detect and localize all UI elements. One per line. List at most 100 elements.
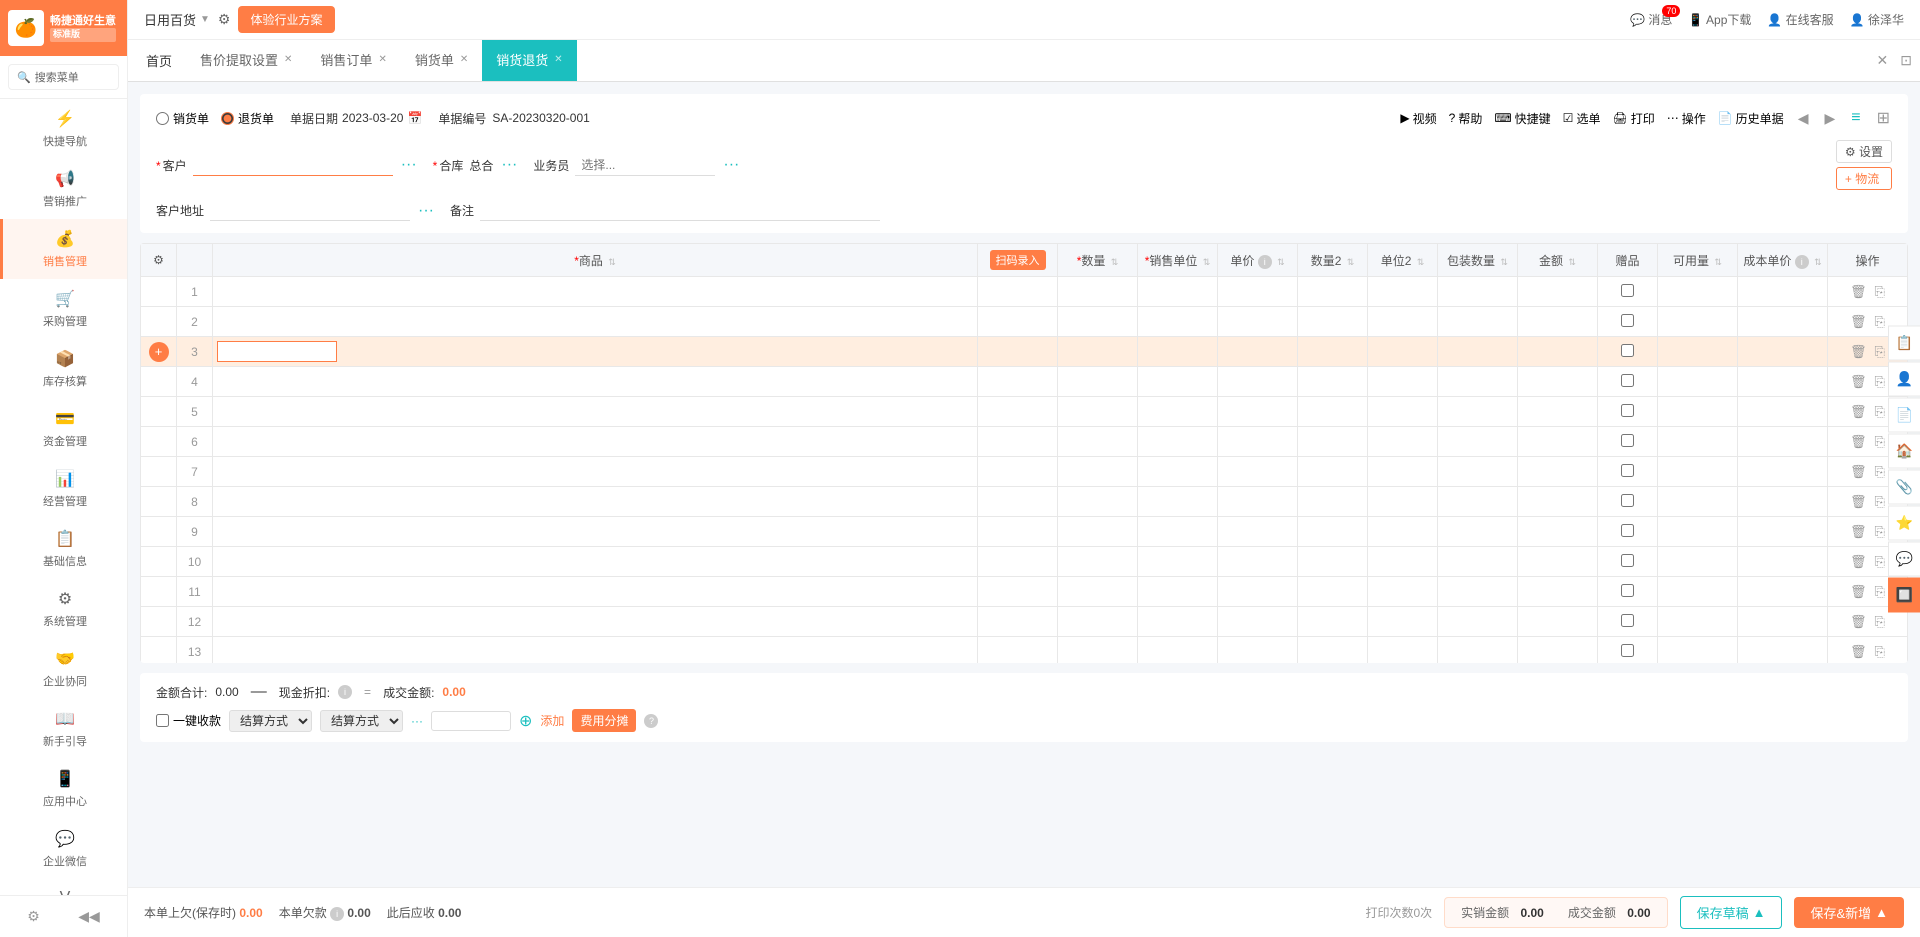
qty2-cell[interactable]: [1298, 337, 1368, 367]
product-cell[interactable]: [213, 577, 978, 607]
product-cell[interactable]: [213, 307, 978, 337]
gift-cell[interactable]: [1598, 547, 1658, 577]
sale-unit-cell[interactable]: [1138, 337, 1218, 367]
product-cell[interactable]: [213, 517, 978, 547]
unit2-cell[interactable]: [1368, 307, 1438, 337]
fee-split-button[interactable]: 费用分摊: [572, 709, 636, 732]
available-cell[interactable]: [1658, 337, 1738, 367]
sidebar-item-finance[interactable]: 💳 资金管理: [0, 399, 127, 459]
app-download-link[interactable]: 📱 App下载: [1688, 11, 1751, 28]
one-click-pay-checkbox[interactable]: 一键收款: [156, 712, 221, 729]
gift-cell[interactable]: [1598, 277, 1658, 307]
radio-sales-input[interactable]: [156, 112, 169, 125]
sidebar-item-system[interactable]: ⚙ 系统管理: [0, 579, 127, 639]
message-button[interactable]: 💬 消息 70: [1630, 11, 1672, 28]
online-service-link[interactable]: 👤 在线客服: [1767, 11, 1833, 28]
price-info-icon[interactable]: i: [1258, 255, 1272, 269]
customer-input[interactable]: [193, 155, 393, 176]
sale-unit-cell[interactable]: [1138, 607, 1218, 637]
product-cell[interactable]: [213, 457, 978, 487]
sale-unit-cell[interactable]: [1138, 307, 1218, 337]
qty-cell[interactable]: [1058, 517, 1138, 547]
qty-cell[interactable]: [1058, 277, 1138, 307]
sidebar-item-operations[interactable]: 📊 经营管理: [0, 459, 127, 519]
qty-sort-icon[interactable]: ⇅: [1111, 257, 1119, 267]
qty2-cell[interactable]: [1298, 487, 1368, 517]
sidebar-item-sales[interactable]: 💰 销售管理: [0, 219, 127, 279]
qty-cell[interactable]: [1058, 397, 1138, 427]
remark-input[interactable]: [480, 200, 880, 221]
v-action-3[interactable]: 📄: [1888, 397, 1920, 432]
sidebar-item-app-center[interactable]: 📱 应用中心: [0, 759, 127, 819]
available-cell[interactable]: [1658, 487, 1738, 517]
copy-row-button[interactable]: ⎘: [1873, 642, 1887, 662]
product-cell[interactable]: [213, 547, 978, 577]
copy-row-button[interactable]: ⎘: [1873, 342, 1887, 362]
warehouse-select-dots[interactable]: ···: [501, 156, 517, 174]
v-action-4[interactable]: 🏠: [1888, 433, 1920, 468]
unit2-cell[interactable]: [1368, 577, 1438, 607]
cost-price-cell[interactable]: [1738, 367, 1828, 397]
qty2-cell[interactable]: [1298, 367, 1368, 397]
delete-row-button[interactable]: 🗑: [1848, 282, 1869, 302]
list-view-button[interactable]: ≡: [1849, 107, 1862, 129]
add-row-icon[interactable]: +: [149, 342, 169, 362]
copy-row-button[interactable]: ⎘: [1873, 372, 1887, 392]
sidebar-settings-button[interactable]: ⚙: [23, 904, 44, 929]
tab-close-sales-return[interactable]: ✕: [554, 54, 562, 65]
toolbar-operate[interactable]: ⋯ 操作: [1667, 110, 1706, 127]
amount-cell[interactable]: [1518, 367, 1598, 397]
gift-checkbox[interactable]: [1621, 644, 1634, 657]
unit2-cell[interactable]: [1368, 547, 1438, 577]
gift-checkbox[interactable]: [1621, 464, 1634, 477]
gift-checkbox[interactable]: [1621, 494, 1634, 507]
gift-cell[interactable]: [1598, 517, 1658, 547]
unit2-cell[interactable]: [1368, 607, 1438, 637]
pkg-qty-cell[interactable]: [1438, 487, 1518, 517]
cost-info-icon[interactable]: i: [1795, 255, 1809, 269]
amount-cell[interactable]: [1518, 607, 1598, 637]
pkg-qty-cell[interactable]: [1438, 457, 1518, 487]
radio-sales[interactable]: 销货单: [156, 110, 209, 127]
th-scan[interactable]: 扫码录入: [978, 244, 1058, 277]
delete-row-button[interactable]: 🗑: [1848, 342, 1869, 362]
available-cell[interactable]: [1658, 427, 1738, 457]
tab-sales-order[interactable]: 销售订单 ✕: [306, 40, 400, 81]
pkg-qty-cell[interactable]: [1438, 517, 1518, 547]
copy-row-button[interactable]: ⎘: [1873, 402, 1887, 422]
product-cell[interactable]: [213, 397, 978, 427]
available-cell[interactable]: [1658, 307, 1738, 337]
available-cell[interactable]: [1658, 577, 1738, 607]
qty2-cell[interactable]: [1298, 277, 1368, 307]
cost-price-cell[interactable]: [1738, 517, 1828, 547]
copy-row-button[interactable]: ⎘: [1873, 462, 1887, 482]
product-input[interactable]: [217, 341, 337, 362]
pkg-qty-cell[interactable]: [1438, 577, 1518, 607]
sidebar-item-member[interactable]: V 畅会员: [0, 879, 127, 895]
sidebar-item-basic-info[interactable]: 📋 基础信息: [0, 519, 127, 579]
amount-cell[interactable]: [1518, 637, 1598, 664]
amount-cell[interactable]: [1518, 547, 1598, 577]
pkg-qty-cell[interactable]: [1438, 427, 1518, 457]
sidebar-collapse-button[interactable]: ◀◀: [74, 904, 104, 929]
product-cell[interactable]: [213, 337, 978, 367]
save-new-button[interactable]: 保存&新增 ▲: [1794, 897, 1904, 928]
available-cell[interactable]: [1658, 637, 1738, 664]
available-cell[interactable]: [1658, 457, 1738, 487]
tab-price-extract[interactable]: 售价提取设置 ✕: [186, 40, 306, 81]
close-tab-button[interactable]: ✕: [1873, 48, 1893, 73]
unit-price-cell[interactable]: [1218, 547, 1298, 577]
cost-price-cell[interactable]: [1738, 337, 1828, 367]
gift-cell[interactable]: [1598, 307, 1658, 337]
v-action-7[interactable]: 💬: [1888, 541, 1920, 576]
cost-price-cell[interactable]: [1738, 457, 1828, 487]
unit-sort-icon[interactable]: ⇅: [1203, 257, 1211, 267]
available-cell[interactable]: [1658, 397, 1738, 427]
gift-cell[interactable]: [1598, 427, 1658, 457]
calendar-icon[interactable]: 📅: [407, 111, 422, 125]
unit2-cell[interactable]: [1368, 337, 1438, 367]
v-action-2[interactable]: 👤: [1888, 361, 1920, 396]
toolbar-video[interactable]: ▶ 视频: [1400, 110, 1436, 127]
delete-row-button[interactable]: 🗑: [1848, 582, 1869, 602]
v-action-5[interactable]: 📎: [1888, 469, 1920, 504]
